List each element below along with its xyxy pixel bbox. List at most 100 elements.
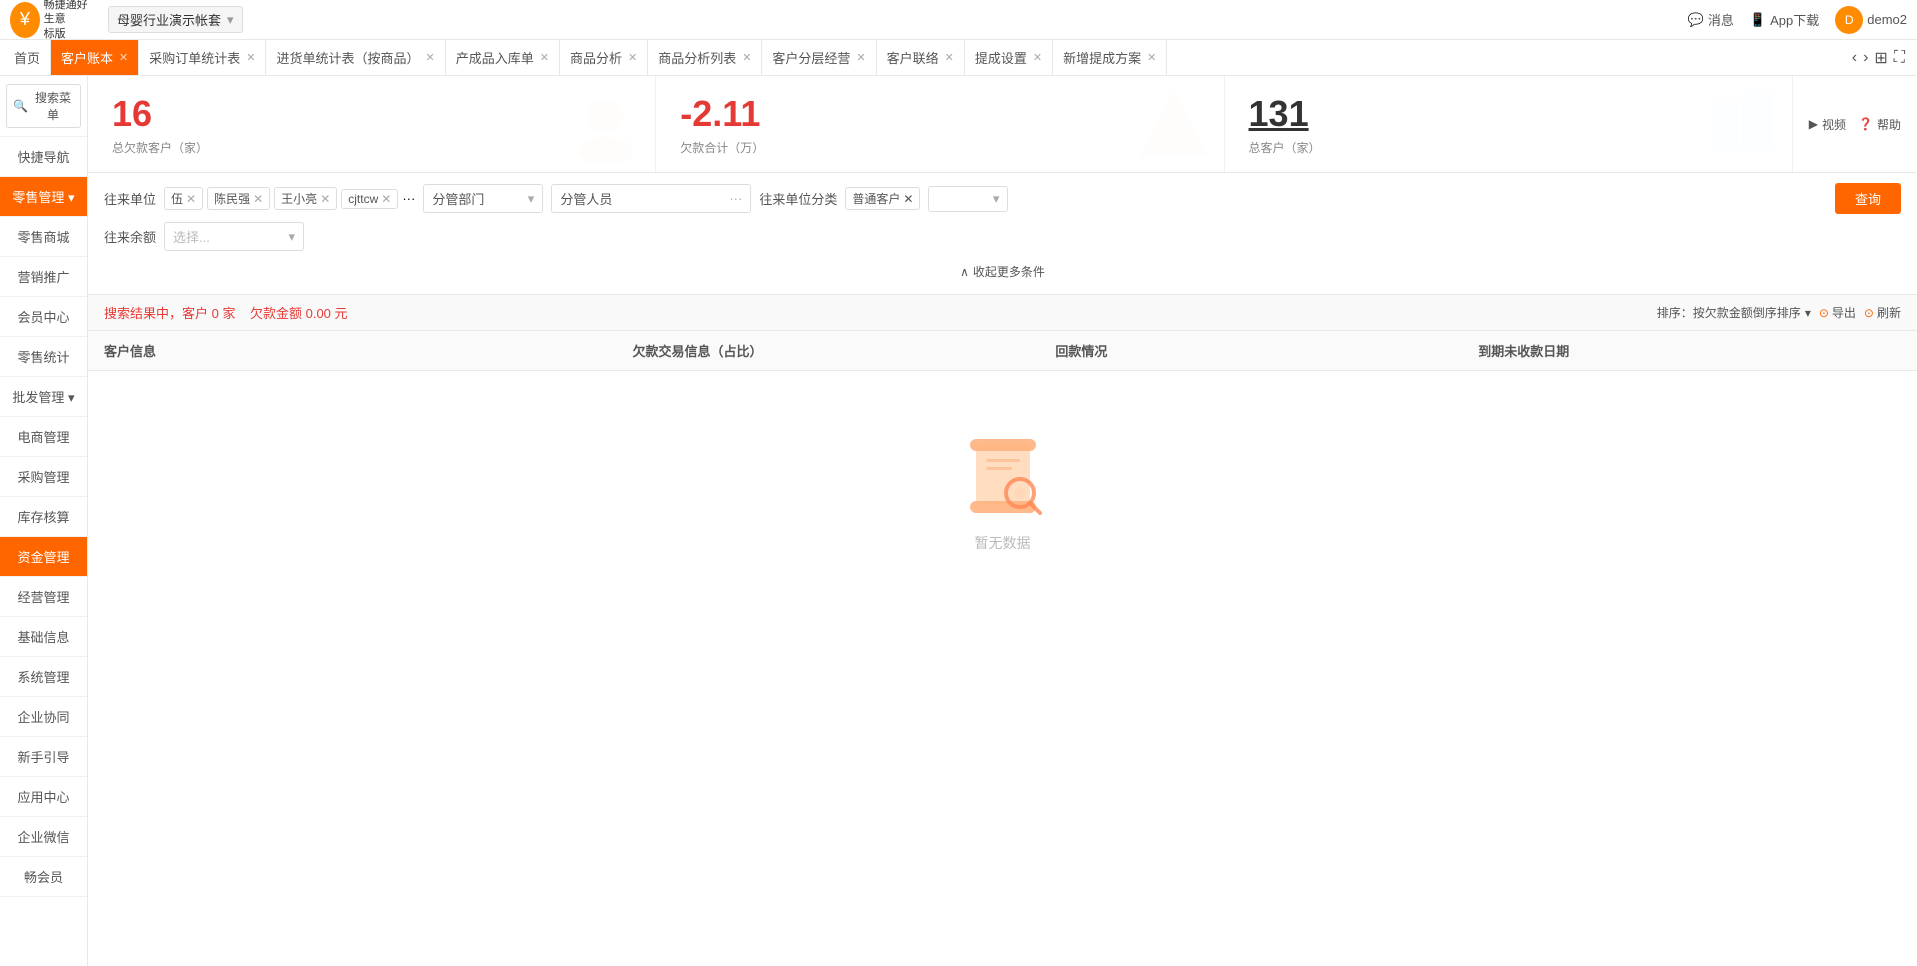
- collapse-button[interactable]: ∧ 收起更多条件: [956, 259, 1049, 284]
- sidebar-item-enterprise-wechat[interactable]: 企业微信: [0, 817, 87, 857]
- tab-goods-stats[interactable]: 进货单统计表（按商品） ✕: [266, 40, 445, 76]
- sidebar-item-capital-mgmt[interactable]: 资金管理: [0, 537, 87, 577]
- tab-next-button[interactable]: ›: [1863, 49, 1868, 67]
- sidebar-item-marketing[interactable]: 营销推广: [0, 257, 87, 297]
- tab-close-purchase-stats[interactable]: ✕: [246, 51, 255, 64]
- tab-close-customer-tier[interactable]: ✕: [856, 51, 865, 64]
- tab-close-product-warehousing[interactable]: ✕: [540, 51, 549, 64]
- sidebar-item-enterprise-collab[interactable]: 企业协同: [0, 697, 87, 737]
- stats-actions: ▶ 视频 ❓ 帮助: [1793, 76, 1917, 172]
- user-avatar[interactable]: D demo2: [1835, 6, 1907, 34]
- workspace-selector[interactable]: 母婴行业演示帐套 ▾: [108, 6, 243, 33]
- tab-fullscreen-button[interactable]: ⛶: [1894, 49, 1905, 67]
- query-button[interactable]: 查询: [1835, 183, 1901, 214]
- category-dropdown-icon: ▾: [993, 191, 1000, 207]
- tab-product-warehousing[interactable]: 产成品入库单 ✕: [446, 40, 560, 76]
- tab-close-new-promotion[interactable]: ✕: [1147, 51, 1156, 64]
- filter-row-1: 往来单位 伍 ✕ 陈民强 ✕ 王小亮 ✕ cjttcw: [104, 183, 1901, 214]
- sidebar-item-purchase-mgmt[interactable]: 采购管理: [0, 457, 87, 497]
- stat-icon-clients: [1702, 86, 1782, 172]
- balance-filter-label: 往来余额: [104, 227, 156, 246]
- tab-prev-button[interactable]: ‹: [1852, 49, 1857, 67]
- sort-selector[interactable]: 排序：按欠款金额倒序排序 ▾: [1657, 304, 1811, 321]
- stat-total-customers: 16 总欠款客户（家）: [88, 76, 656, 172]
- filter-tag-wu-close[interactable]: ✕: [186, 192, 196, 206]
- stat-value-debt: -2.11: [680, 92, 760, 135]
- search-icon: 🔍: [13, 99, 28, 113]
- tab-purchase-stats[interactable]: 采购订单统计表 ✕: [139, 40, 266, 76]
- tab-home[interactable]: 首页: [4, 40, 51, 76]
- stat-value-customers: 16: [112, 92, 152, 135]
- sidebar-item-inventory-check[interactable]: 库存核算: [0, 497, 87, 537]
- sidebar-item-retail-stats[interactable]: 零售统计: [0, 337, 87, 377]
- tab-customer-tier[interactable]: 客户分层经营 ✕: [762, 40, 876, 76]
- sidebar-item-new-guide[interactable]: 新手引导: [0, 737, 87, 777]
- help-button[interactable]: ❓ 帮助: [1858, 116, 1901, 133]
- tab-customer-account[interactable]: 客户账本 ✕: [51, 40, 139, 76]
- sidebar-item-app-center[interactable]: 应用中心: [0, 777, 87, 817]
- empty-illustration: [958, 431, 1048, 521]
- app-download-button[interactable]: 📱 App下载: [1750, 10, 1819, 29]
- dept-filter-dropdown[interactable]: 分管部门 ▾: [423, 184, 543, 213]
- filter-tag-more[interactable]: ···: [402, 191, 415, 206]
- export-icon: ⊙: [1819, 306, 1829, 320]
- category-tag-normal-close[interactable]: ✕: [903, 192, 913, 206]
- tab-close-promotion-settings[interactable]: ✕: [1033, 51, 1042, 64]
- video-button[interactable]: ▶ 视频: [1809, 116, 1846, 133]
- stat-icon-customers: [565, 86, 645, 172]
- filter-row-2: 往来余额 选择... ▾: [104, 222, 1901, 251]
- stat-debt-total: -2.11 欠款合计（万）: [656, 76, 1224, 172]
- tab-promotion-settings[interactable]: 提成设置 ✕: [965, 40, 1053, 76]
- balance-dropdown[interactable]: 选择... ▾: [164, 222, 304, 251]
- filter-tag-cjttcw-close[interactable]: ✕: [381, 192, 391, 206]
- tab-customer-contact[interactable]: 客户联络 ✕: [877, 40, 965, 76]
- sidebar-item-operation-mgmt[interactable]: 经营管理: [0, 577, 87, 617]
- message-button[interactable]: 💬 消息: [1688, 10, 1734, 29]
- debt-value: 0.00: [306, 306, 331, 321]
- sidebar-item-basic-info[interactable]: 基础信息: [0, 617, 87, 657]
- sidebar-item-vip-member[interactable]: 畅会员: [0, 857, 87, 897]
- top-header: ¥ 畅捷通好生意 标版 母婴行业演示帐套 ▾ 💬 消息 📱 App下载 D de…: [0, 0, 1917, 40]
- tab-close-product-analysis-list[interactable]: ✕: [742, 51, 751, 64]
- filter-tag-chen-close[interactable]: ✕: [253, 192, 263, 206]
- tab-product-analysis[interactable]: 商品分析 ✕: [560, 40, 648, 76]
- main-layout: 🔍 搜索菜单 快捷导航 零售管理 ▾ 零售商城 营销推广 会员中心 零售统计 批…: [0, 76, 1917, 966]
- sidebar-item-ecommerce-mgmt[interactable]: 电商管理: [0, 417, 87, 457]
- stat-icon-debt: [1134, 86, 1214, 172]
- export-button[interactable]: ⊙ 导出: [1819, 304, 1856, 321]
- avatar: D: [1835, 6, 1863, 34]
- customer-count: 0: [212, 306, 219, 321]
- tab-product-analysis-list[interactable]: 商品分析列表 ✕: [648, 40, 762, 76]
- table-col-repayment: 回款情况: [1055, 341, 1478, 360]
- tab-new-promotion[interactable]: 新增提成方案 ✕: [1053, 40, 1167, 76]
- sidebar-item-retail-mgmt[interactable]: 零售管理 ▾: [0, 177, 87, 217]
- stat-value-clients[interactable]: 131: [1249, 92, 1309, 135]
- table-col-due-date: 到期未收款日期: [1478, 341, 1901, 360]
- collapse-area: ∧ 收起更多条件: [104, 259, 1901, 284]
- stat-label-customers: 总欠款客户（家）: [112, 139, 208, 156]
- sidebar-item-member-center[interactable]: 会员中心: [0, 297, 87, 337]
- sidebar-item-system-mgmt[interactable]: 系统管理: [0, 657, 87, 697]
- filter-tag-wang-close[interactable]: ✕: [320, 192, 330, 206]
- sidebar-item-wholesale-mgmt[interactable]: 批发管理 ▾: [0, 377, 87, 417]
- tab-close-goods-stats[interactable]: ✕: [426, 51, 435, 64]
- empty-svg: [958, 431, 1048, 521]
- sidebar-search-area: 🔍 搜索菜单: [0, 76, 87, 137]
- tab-close-customer-contact[interactable]: ✕: [945, 51, 954, 64]
- tab-expand-button[interactable]: ⊞: [1874, 48, 1887, 68]
- category-dropdown[interactable]: ▾: [928, 186, 1008, 212]
- search-menu-button[interactable]: 🔍 搜索菜单: [6, 84, 81, 128]
- data-table: 客户信息 欠款交易信息（占比） 回款情况 到期未收款日期: [88, 331, 1917, 966]
- person-filter-input[interactable]: 分管人员 ···: [551, 184, 751, 213]
- sidebar-item-quick-nav[interactable]: 快捷导航: [0, 137, 87, 177]
- tab-close-customer-account[interactable]: ✕: [119, 51, 128, 64]
- refresh-button[interactable]: ⊙ 刷新: [1864, 304, 1901, 321]
- dept-dropdown-icon: ▾: [528, 191, 535, 207]
- result-bar: 搜索结果中，客户 0 家 欠款金额 0.00 元 排序：按欠款金额倒序排序 ▾ …: [88, 295, 1917, 331]
- tab-close-product-analysis[interactable]: ✕: [628, 51, 637, 64]
- category-filter-label: 往来单位分类: [759, 189, 837, 208]
- content-area: 16 总欠款客户（家） -2.11 欠款合计（万）: [88, 76, 1917, 966]
- category-tags-area: 普通客户 ✕: [845, 187, 920, 210]
- sidebar-item-retail-mall[interactable]: 零售商城: [0, 217, 87, 257]
- table-col-customer-info: 客户信息: [104, 341, 633, 360]
